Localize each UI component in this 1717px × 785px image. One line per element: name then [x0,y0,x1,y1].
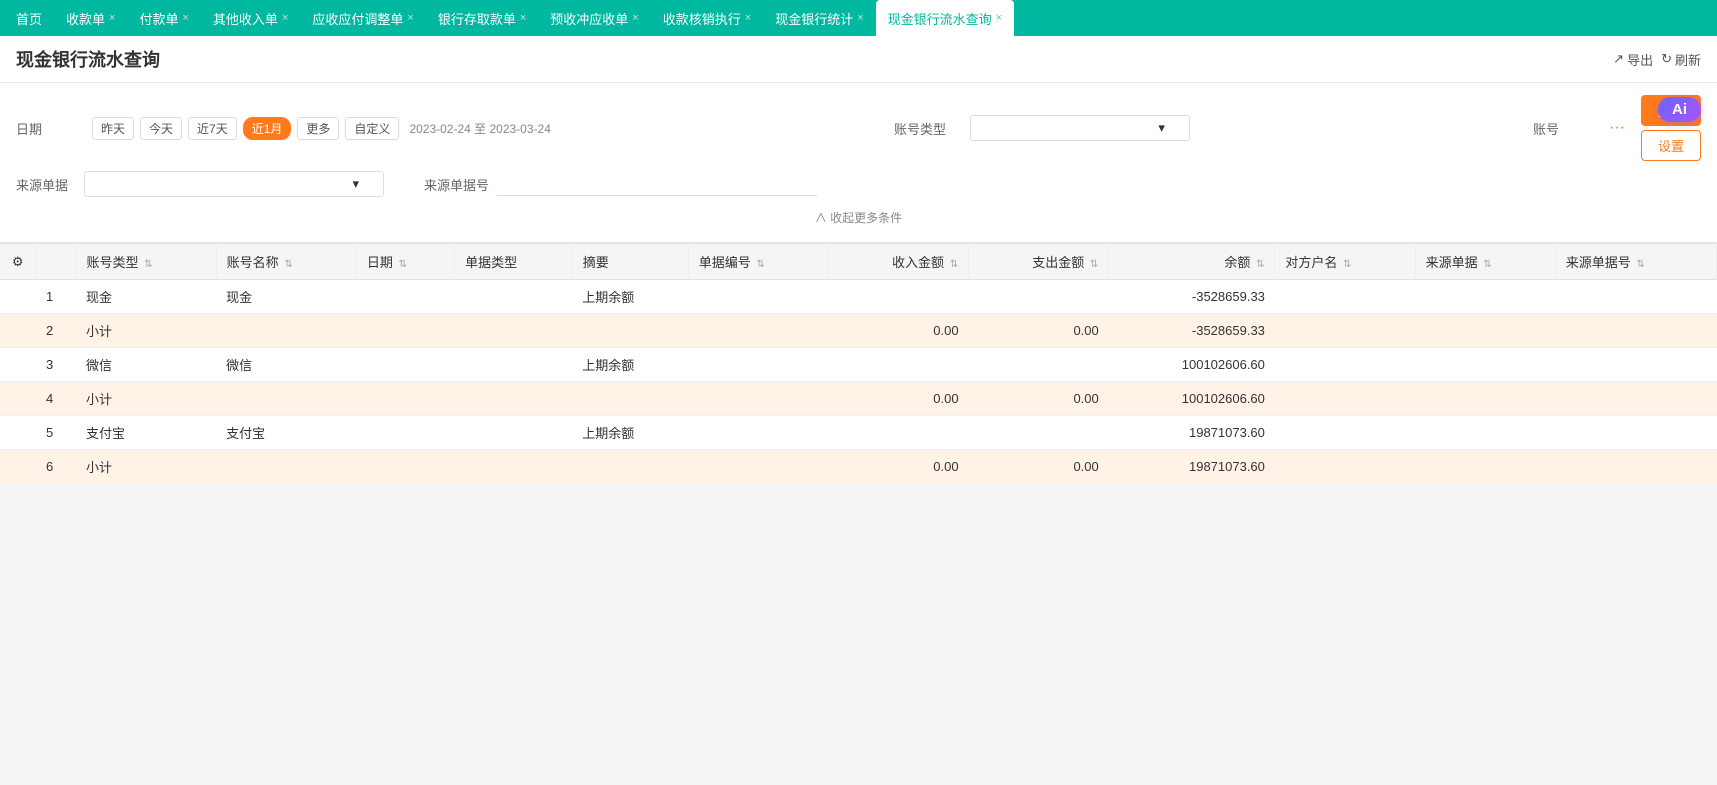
refresh-icon: ↻ [1661,51,1672,67]
export-icon: ↗ [1613,51,1624,67]
settings-button[interactable]: 设置 [1641,130,1701,161]
th-source-doc-no[interactable]: 来源单据号 ⇅ [1555,244,1716,280]
date-btn-today[interactable]: 今天 [140,117,182,140]
ai-badge[interactable]: Ai [1658,97,1701,122]
source-doc-no-group: 来源单据号 [424,172,817,196]
source-doc-group: 来源单据 ▾ [16,171,384,197]
th-account-name[interactable]: 账号名称 ⇅ [216,244,356,280]
sort-icon: ⇅ [756,259,764,270]
account-dots[interactable]: ··· [1609,119,1625,137]
date-filter-label: 日期 [16,119,76,138]
close-icon[interactable]: × [632,12,638,24]
close-icon[interactable]: × [407,12,413,24]
date-btn-7days[interactable]: 近7天 [188,117,237,140]
filter-area: 日期 昨天 今天 近7天 近1月 更多 自定义 2023-02-24 至 202… [0,83,1717,243]
th-counterpart[interactable]: 对方户名 ⇅ [1275,244,1415,280]
close-icon[interactable]: × [996,12,1002,24]
table-row[interactable]: 6小计0.000.0019871073.60 [0,450,1717,484]
date-options: 昨天 今天 近7天 近1月 更多 自定义 2023-02-24 至 2023-0… [92,117,551,140]
nav-bank-deposit[interactable]: 银行存取款单 × [426,0,538,36]
th-income[interactable]: 收入金额 ⇅ [828,244,968,280]
table-row[interactable]: 4小计0.000.00100102606.60 [0,382,1717,416]
th-gear[interactable]: ⚙ [0,244,36,280]
close-icon[interactable]: × [520,12,526,24]
chevron-down-icon: ▾ [352,176,359,192]
close-icon[interactable]: × [745,12,751,24]
date-range-display: 2023-02-24 至 2023-03-24 [409,120,550,137]
page-title: 现金银行流水查询 [16,46,160,72]
nav-payments[interactable]: 付款单 × [127,0,200,36]
header-actions: ↗ 导出 ↻ 刷新 [1613,50,1701,69]
source-doc-no-label: 来源单据号 [424,175,489,194]
table-row[interactable]: 1现金现金上期余额-3528659.33 [0,280,1717,314]
sort-icon: ⇅ [1090,259,1098,270]
chevron-down-icon: ▾ [1158,120,1165,136]
table-row[interactable]: 2小计0.000.00-3528659.33 [0,314,1717,348]
th-doc-no[interactable]: 单据编号 ⇅ [688,244,828,280]
source-doc-select[interactable]: ▾ [84,171,384,197]
data-table: ⚙ 账号类型 ⇅ 账号名称 ⇅ 日期 ⇅ 单据类型 摘要 [0,243,1717,484]
close-icon[interactable]: × [857,12,863,24]
collapse-icon: ∧ [815,211,827,225]
filter-row-1: 日期 昨天 今天 近7天 近1月 更多 自定义 2023-02-24 至 202… [16,95,1701,161]
filter-row-2: 来源单据 ▾ 来源单据号 [16,171,1701,197]
sort-icon: ⇅ [1483,259,1491,270]
close-icon[interactable]: × [282,12,288,24]
sort-icon: ⇅ [950,259,958,270]
th-num [36,244,76,280]
nav-adjustment[interactable]: 应收应付调整单 × [300,0,425,36]
source-doc-label: 来源单据 [16,175,76,194]
th-account-type[interactable]: 账号类型 ⇅ [76,244,216,280]
account-label: 账号 [1533,119,1593,138]
account-type-select[interactable]: ▾ [970,115,1190,141]
nav-receipts[interactable]: 收款单 × [54,0,127,36]
collapse-bar[interactable]: ∧ 收起更多条件 [16,205,1701,230]
top-nav: 首页 收款单 × 付款单 × 其他收入单 × 应收应付调整单 × 银行存取款单 … [0,0,1717,36]
date-btn-more[interactable]: 更多 [297,117,339,140]
th-balance[interactable]: 余额 ⇅ [1109,244,1275,280]
nav-prepay[interactable]: 预收冲应收单 × [538,0,650,36]
close-icon[interactable]: × [182,12,188,24]
sort-icon: ⇅ [284,259,292,270]
table-header-row: ⚙ 账号类型 ⇅ 账号名称 ⇅ 日期 ⇅ 单据类型 摘要 [0,244,1717,280]
date-btn-custom[interactable]: 自定义 [345,117,399,140]
sort-icon: ⇅ [1343,259,1351,270]
nav-cashflow[interactable]: 现金银行流水查询 × [876,0,1014,36]
nav-stats[interactable]: 现金银行统计 × [763,0,875,36]
account-type-label: 账号类型 [894,119,954,138]
nav-verify[interactable]: 收款核销执行 × [651,0,763,36]
sort-icon: ⇅ [144,259,152,270]
th-date[interactable]: 日期 ⇅ [356,244,454,280]
th-doc-type: 单据类型 [455,244,573,280]
close-icon[interactable]: × [109,12,115,24]
sort-icon: ⇅ [398,259,406,270]
export-button[interactable]: ↗ 导出 [1613,50,1653,69]
sort-icon: ⇅ [1256,259,1264,270]
source-doc-no-input[interactable] [497,172,817,196]
table-row[interactable]: 3微信微信上期余额100102606.60 [0,348,1717,382]
table-container: ⚙ 账号类型 ⇅ 账号名称 ⇅ 日期 ⇅ 单据类型 摘要 [0,243,1717,484]
date-btn-1month[interactable]: 近1月 [243,117,292,140]
table-row[interactable]: 5支付宝支付宝上期余额19871073.60 [0,416,1717,450]
th-source-doc[interactable]: 来源单据 ⇅ [1415,244,1555,280]
date-btn-yesterday[interactable]: 昨天 [92,117,134,140]
nav-other-income[interactable]: 其他收入单 × [201,0,300,36]
refresh-button[interactable]: ↻ 刷新 [1661,50,1701,69]
nav-home[interactable]: 首页 [4,0,54,36]
th-summary: 摘要 [572,244,688,280]
th-expense[interactable]: 支出金额 ⇅ [969,244,1109,280]
sort-icon: ⇅ [1636,259,1644,270]
page-header: 现金银行流水查询 ↗ 导出 ↻ 刷新 [0,36,1717,83]
